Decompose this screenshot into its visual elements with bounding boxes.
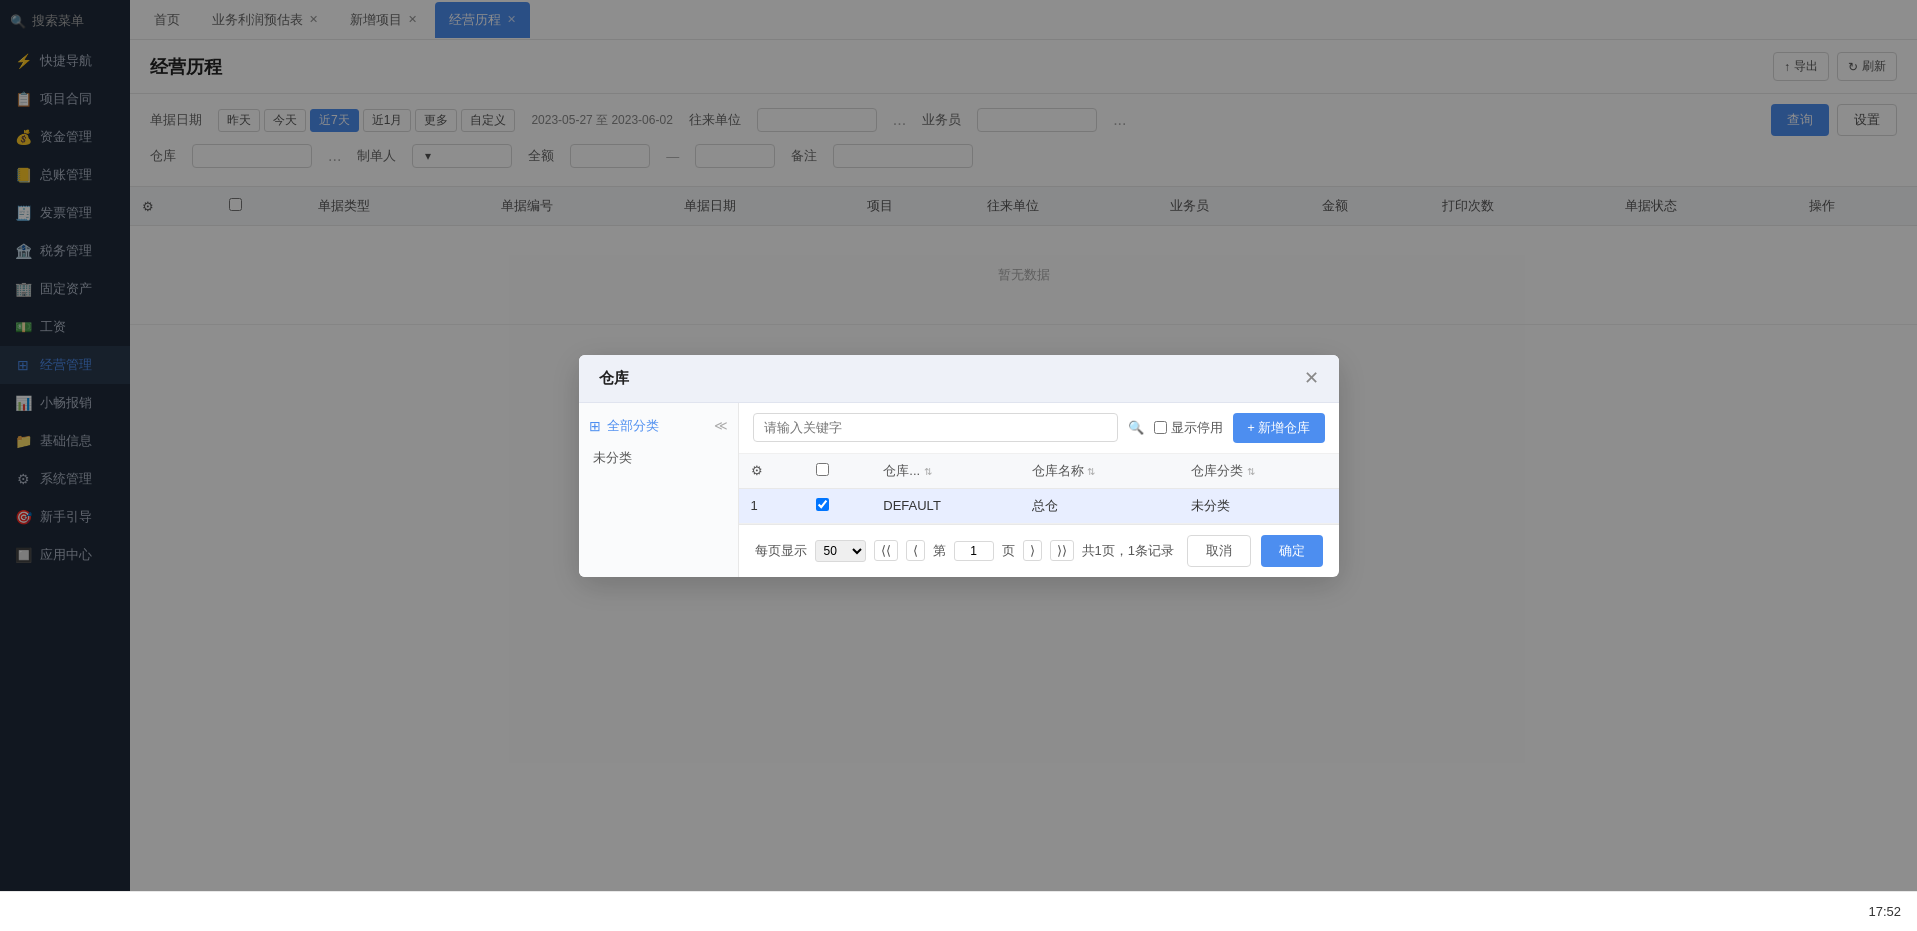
modal-sidebar-all-category[interactable]: 全部分类 [607, 417, 659, 435]
table-row[interactable]: 1 DEFAULT 总仓 未分类 [739, 488, 1339, 523]
modal-header: 仓库 ✕ [579, 355, 1339, 403]
modal-title: 仓库 [599, 369, 629, 388]
modal-last-page-btn[interactable]: ⟩⟩ [1050, 540, 1074, 561]
modal-close-button[interactable]: ✕ [1304, 369, 1319, 387]
modal-body: ⊞ 全部分类 ≪ 未分类 🔍 显示停用 + 新增 [579, 403, 1339, 577]
show-disabled-label[interactable]: 显示停用 [1154, 419, 1223, 437]
modal-overlay: 仓库 ✕ ⊞ 全部分类 ≪ 未分类 🔍 [0, 0, 1917, 931]
modal-pagination: 每页显示 50 10 20 100 ⟨⟨ ⟨ 第 页 ⟩ ⟩⟩ [755, 540, 1174, 562]
modal-sidebar: ⊞ 全部分类 ≪ 未分类 [579, 403, 739, 577]
modal-page-label: 第 [933, 542, 946, 560]
modal-per-page-label: 每页显示 [755, 542, 807, 560]
modal-col-code: 仓库... ⇅ [871, 454, 1019, 489]
all-category-icon: ⊞ [589, 418, 601, 434]
modal-toolbar: 🔍 显示停用 + 新增仓库 [739, 403, 1339, 454]
modal-per-page-select[interactable]: 50 10 20 100 [815, 540, 866, 562]
modal-footer: 每页显示 50 10 20 100 ⟨⟨ ⟨ 第 页 ⟩ ⟩⟩ [739, 524, 1339, 577]
uncategorized-label: 未分类 [593, 449, 632, 467]
category-sort-icon[interactable]: ⇅ [1247, 466, 1255, 477]
cancel-button[interactable]: 取消 [1187, 535, 1251, 567]
taskbar-right: 17:52 [1868, 904, 1901, 919]
modal-col-checkbox[interactable] [804, 454, 871, 489]
modal-table-head: ⚙ 仓库... ⇅ 仓库名称 ⇅ [739, 454, 1339, 489]
modal-prev-page-btn[interactable]: ⟨ [906, 540, 925, 561]
modal-page-input[interactable] [954, 541, 994, 561]
modal-table: ⚙ 仓库... ⇅ 仓库名称 ⇅ [739, 454, 1339, 524]
row-checkbox[interactable] [804, 488, 871, 523]
add-warehouse-button[interactable]: + 新增仓库 [1233, 413, 1324, 443]
row-name: 总仓 [1020, 488, 1179, 523]
row-settings: 1 [739, 488, 804, 523]
modal-footer-actions: 取消 确定 [1187, 535, 1323, 567]
modal-col-settings[interactable]: ⚙ [739, 454, 804, 489]
modal-col-name: 仓库名称 ⇅ [1020, 454, 1179, 489]
modal-total-info: 共1页，1条记录 [1082, 542, 1174, 560]
modal-col-category: 仓库分类 ⇅ [1179, 454, 1338, 489]
taskbar: 17:52 [0, 891, 1917, 931]
modal-table-body: 1 DEFAULT 总仓 未分类 [739, 488, 1339, 523]
row-select-checkbox[interactable] [816, 498, 829, 511]
row-category: 未分类 [1179, 488, 1338, 523]
sidebar-collapse-icon[interactable]: ≪ [714, 418, 728, 433]
warehouse-modal: 仓库 ✕ ⊞ 全部分类 ≪ 未分类 🔍 [579, 355, 1339, 577]
modal-sidebar-uncategorized[interactable]: 未分类 [579, 441, 738, 475]
modal-first-page-btn[interactable]: ⟨⟨ [874, 540, 898, 561]
taskbar-time: 17:52 [1868, 904, 1901, 919]
modal-page-unit: 页 [1002, 542, 1015, 560]
name-sort-icon[interactable]: ⇅ [1087, 466, 1095, 477]
confirm-button[interactable]: 确定 [1261, 535, 1323, 567]
modal-search-icon: 🔍 [1128, 420, 1144, 435]
row-code: DEFAULT [871, 488, 1019, 523]
modal-content-area: 🔍 显示停用 + 新增仓库 ⚙ [739, 403, 1339, 577]
code-sort-icon[interactable]: ⇅ [924, 466, 932, 477]
modal-select-all[interactable] [816, 463, 829, 476]
modal-next-page-btn[interactable]: ⟩ [1023, 540, 1042, 561]
modal-search-input[interactable] [753, 413, 1119, 442]
show-disabled-checkbox[interactable] [1154, 421, 1167, 434]
modal-table-container: ⚙ 仓库... ⇅ 仓库名称 ⇅ [739, 454, 1339, 524]
